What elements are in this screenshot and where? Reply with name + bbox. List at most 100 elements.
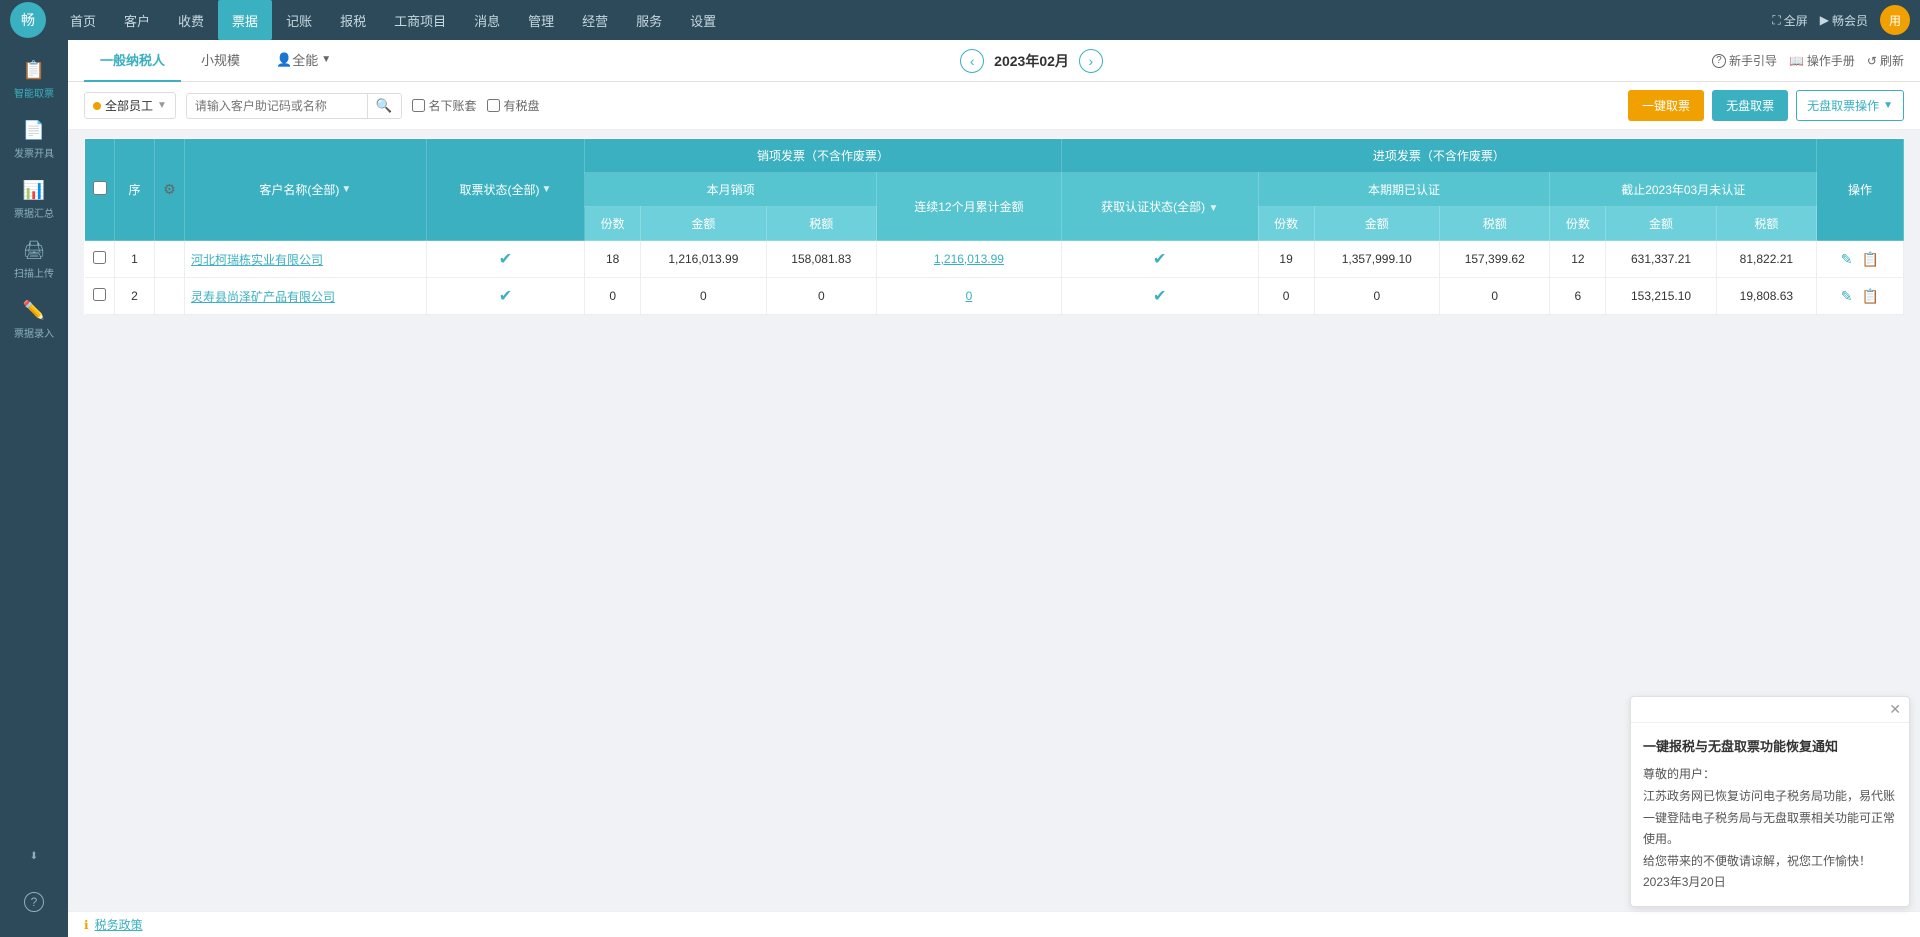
- nav-message[interactable]: 消息: [460, 0, 514, 40]
- nav-items: 首页 客户 收费 票据 记账 报税 工商项目 消息 管理 经营 服务 设置: [56, 0, 1772, 40]
- purchase-status-icon-0: ✔: [1153, 251, 1166, 268]
- edit-icon-0[interactable]: ✎: [1841, 251, 1853, 267]
- sidebar-item-issue-invoice[interactable]: 📄 发票开具: [0, 110, 68, 170]
- one-click-btn[interactable]: 一键取票: [1628, 90, 1704, 121]
- row-unrecognized-tax-1: 19,808.63: [1716, 278, 1816, 315]
- member-btn[interactable]: ▶ 畅会员: [1820, 12, 1868, 29]
- view-icon-0[interactable]: 📋: [1862, 251, 1879, 267]
- tax-disk-checkbox-wrap[interactable]: 有税盘: [487, 97, 540, 114]
- collect-status-filter-icon: ▼: [542, 184, 552, 195]
- nav-operations[interactable]: 经营: [568, 0, 622, 40]
- th-sales-month: 本月销项: [585, 173, 877, 207]
- no-disk-btn[interactable]: 无盘取票: [1712, 90, 1788, 121]
- notification-content: 江苏政务网已恢复访问电子税务局功能，易代账一键登陆电子税务局与无盘取票相关功能可…: [1643, 786, 1897, 851]
- date-nav: ‹ 2023年02月 ›: [960, 49, 1103, 73]
- nav-tickets[interactable]: 票据: [218, 0, 272, 40]
- nav-invoicing[interactable]: 收费: [164, 0, 218, 40]
- edit-icon-1[interactable]: ✎: [1841, 288, 1853, 304]
- nav-services[interactable]: 服务: [622, 0, 676, 40]
- smart-collect-icon: 📋: [23, 60, 45, 81]
- tax-disk-checkbox[interactable]: [487, 99, 500, 112]
- sidebar-bottom: ⬇ ?: [19, 841, 49, 937]
- sales-12month-link-0[interactable]: 1,216,013.99: [934, 252, 1004, 266]
- row-sales-count-1: 0: [585, 278, 641, 315]
- row-checkbox-0: [85, 241, 115, 278]
- nav-business[interactable]: 工商项目: [380, 0, 460, 40]
- th-unrecognized-amount: 金额: [1606, 207, 1716, 241]
- collect-status-icon-1: ✔: [499, 288, 512, 305]
- row-settings-1: [155, 278, 185, 315]
- customer-sort[interactable]: 客户名称(全部) ▼: [259, 181, 351, 198]
- notification-greeting: 尊敬的用户：: [1643, 764, 1897, 786]
- refresh-btn[interactable]: ↺ 刷新: [1867, 52, 1904, 69]
- issue-invoice-icon: 📄: [23, 120, 45, 141]
- row-select-1[interactable]: [93, 288, 106, 301]
- th-unrecognized-tax: 税额: [1716, 207, 1816, 241]
- th-customer: 客户名称(全部) ▼: [185, 139, 427, 241]
- notification-close-btn[interactable]: ✕: [1889, 701, 1901, 718]
- sidebar-download[interactable]: ⬇: [19, 841, 49, 872]
- collect-status-sort[interactable]: 取票状态(全部) ▼: [460, 181, 552, 198]
- settings-icon[interactable]: ⚙: [163, 181, 176, 197]
- sidebar-item-data-entry[interactable]: ✏️ 票据录入: [0, 290, 68, 350]
- th-sales-12month: 连续12个月累计金额: [877, 173, 1062, 241]
- employee-select[interactable]: 全部员工 ▼: [84, 92, 176, 119]
- manual-btn[interactable]: 📖 操作手册: [1789, 52, 1855, 69]
- row-customer-1[interactable]: 灵寿县尚泽矿产品有限公司: [185, 278, 427, 315]
- tab-general-taxpayer[interactable]: 一般纳税人: [84, 40, 181, 82]
- sidebar-item-smart-collect[interactable]: 📋 智能取票: [0, 50, 68, 110]
- row-sales-amount-0: 1,216,013.99: [641, 241, 767, 278]
- search-button[interactable]: 🔍: [367, 94, 401, 118]
- row-purchase-amount-0: 1,357,999.10: [1314, 241, 1440, 278]
- top-nav: 畅 首页 客户 收费 票据 记账 报税 工商项目 消息 管理 经营 服务 设置 …: [0, 0, 1920, 40]
- prev-month-btn[interactable]: ‹: [960, 49, 984, 73]
- purchase-status-icon-1: ✔: [1153, 288, 1166, 305]
- th-sales-group: 销项发票（不含作废票）: [585, 139, 1062, 173]
- nav-management[interactable]: 管理: [514, 0, 568, 40]
- nav-tax[interactable]: 报税: [326, 0, 380, 40]
- sidebar-help[interactable]: ?: [19, 882, 49, 922]
- svg-text:畅: 畅: [21, 13, 35, 29]
- current-date: 2023年02月: [994, 51, 1069, 71]
- tab-bar-right: ? 新手引导 📖 操作手册 ↺ 刷新: [1712, 52, 1904, 69]
- tax-policy-link[interactable]: 税务政策: [95, 916, 143, 933]
- nav-customer[interactable]: 客户: [110, 0, 164, 40]
- row-actions-0: ✎ 📋: [1817, 241, 1904, 278]
- row-unrecognized-amount-0: 631,337.21: [1606, 241, 1716, 278]
- tab-small-scale[interactable]: 小规模: [185, 40, 256, 82]
- th-purchase-group: 进项发票（不含作废票）: [1061, 139, 1816, 173]
- row-customer-0[interactable]: 河北柯瑞栋实业有限公司: [185, 241, 427, 278]
- row-sales-amount-1: 0: [641, 278, 767, 315]
- row-select-0[interactable]: [93, 251, 106, 264]
- account-checkbox[interactable]: [412, 99, 425, 112]
- customer-filter-icon: ▼: [341, 184, 351, 195]
- search-input[interactable]: [187, 95, 367, 117]
- account-checkbox-wrap[interactable]: 名下账套: [412, 97, 477, 114]
- select-all-checkbox[interactable]: [93, 181, 107, 195]
- nav-accounting[interactable]: 记账: [272, 0, 326, 40]
- view-icon-1[interactable]: 📋: [1862, 288, 1879, 304]
- sidebar-item-scan-upload[interactable]: 🖨 扫描上传: [0, 230, 68, 290]
- th-settings: ⚙: [155, 139, 185, 241]
- app-logo: 畅: [10, 2, 46, 38]
- table-row: 2 灵寿县尚泽矿产品有限公司 ✔ 0 0 0 0 ✔ 0 0 0 6 153,2…: [85, 278, 1904, 315]
- row-sales-tax-0: 158,081.83: [766, 241, 876, 278]
- th-action: 操作: [1817, 139, 1904, 241]
- more-actions-btn[interactable]: 无盘取票操作 ▼: [1796, 90, 1904, 121]
- th-purchase-amount: 金额: [1314, 207, 1440, 241]
- row-collect-status-0: ✔: [426, 241, 584, 278]
- nav-settings[interactable]: 设置: [676, 0, 730, 40]
- sidebar-item-invoice-summary[interactable]: 📊 票据汇总: [0, 170, 68, 230]
- th-sales-count: 份数: [585, 207, 641, 241]
- sales-12month-link-1[interactable]: 0: [966, 289, 973, 303]
- new-guide-btn[interactable]: ? 新手引导: [1712, 52, 1777, 69]
- employee-dot: [93, 102, 101, 110]
- th-unrecognized-count: 份数: [1550, 207, 1606, 241]
- next-month-btn[interactable]: ›: [1079, 49, 1103, 73]
- row-purchase-status-1: ✔: [1061, 278, 1258, 315]
- avatar[interactable]: 用: [1880, 5, 1910, 35]
- fullscreen-btn[interactable]: ⛶ 全屏: [1772, 12, 1807, 29]
- tab-all[interactable]: 👤 全能 ▼: [260, 40, 347, 82]
- nav-home[interactable]: 首页: [56, 0, 110, 40]
- th-purchase-unrecognized: 截止2023年03月未认证: [1550, 173, 1817, 207]
